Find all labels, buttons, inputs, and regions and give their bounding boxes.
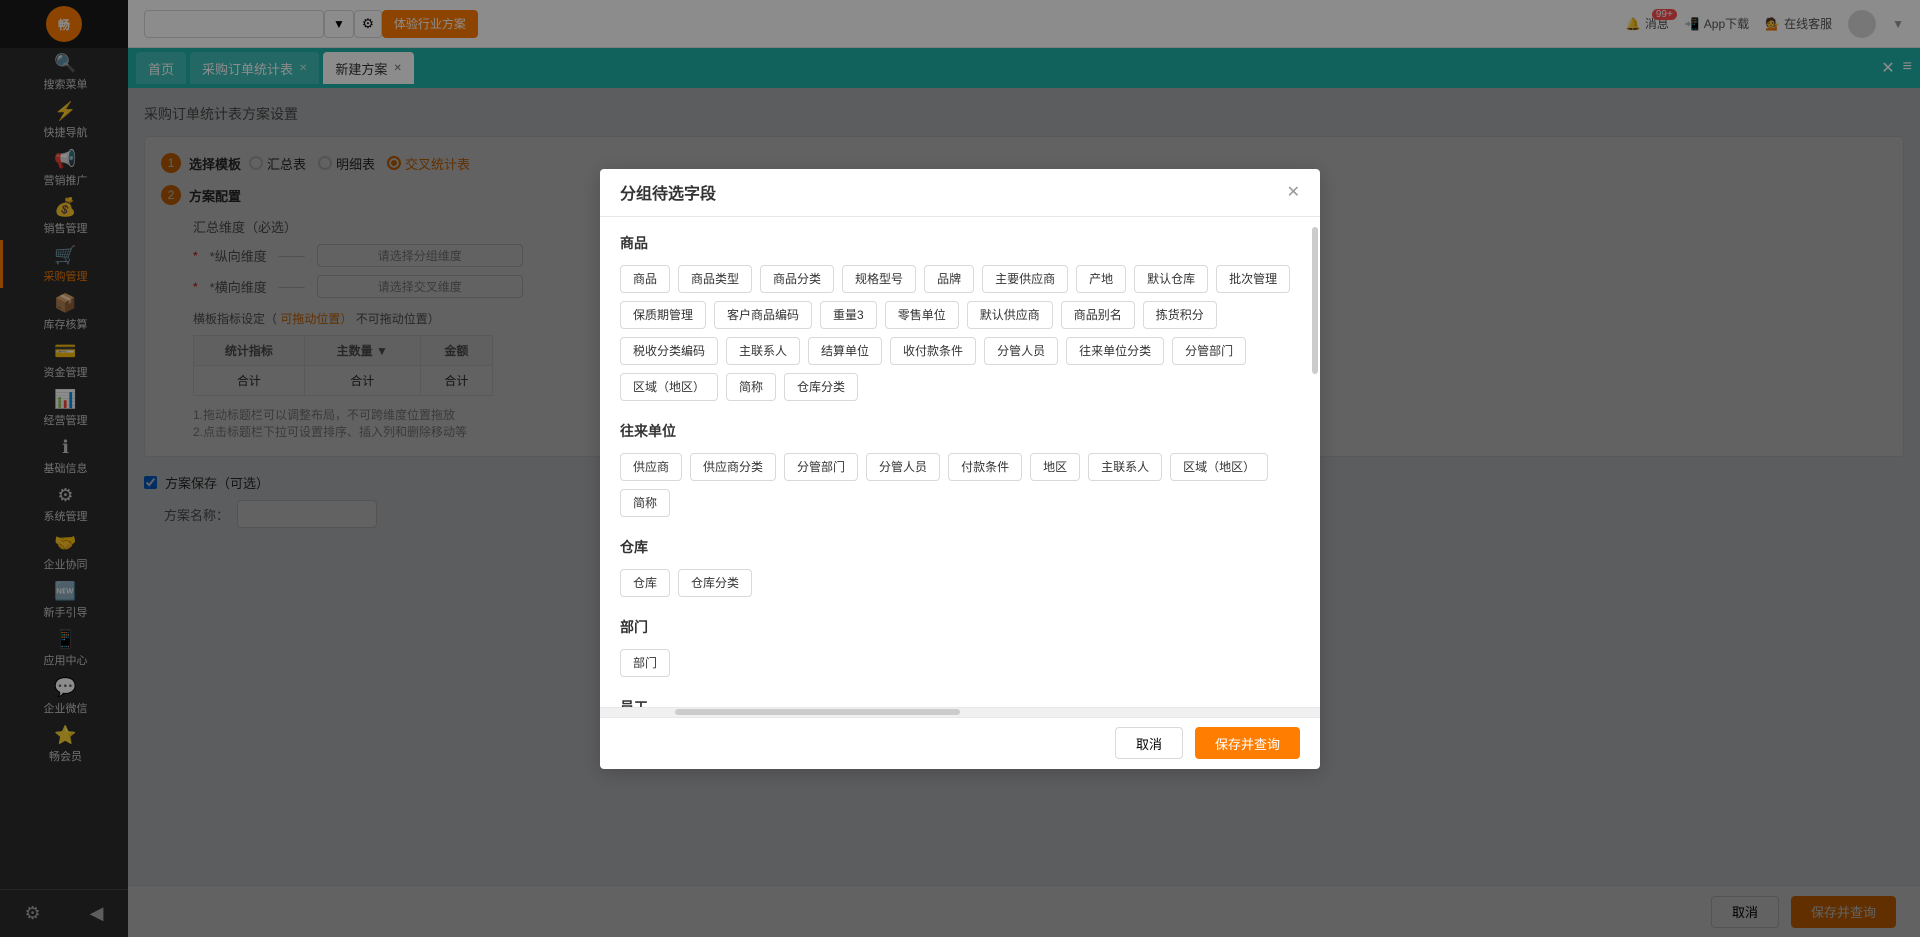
tag-customer-code[interactable]: 客户商品编码 — [714, 301, 812, 329]
tag-spec-model[interactable]: 规格型号 — [842, 265, 916, 293]
tag-product[interactable]: 商品 — [620, 265, 670, 293]
tag-abbr[interactable]: 简称 — [620, 489, 670, 517]
section-dept-title: 部门 — [620, 617, 1300, 637]
section-product-tags: 商品 商品类型 商品分类 规格型号 品牌 主要供应商 产地 默认仓库 批次管理 … — [620, 265, 1300, 401]
tag-retail-unit[interactable]: 零售单位 — [885, 301, 959, 329]
tag-default-warehouse[interactable]: 默认仓库 — [1134, 265, 1208, 293]
tag-brand[interactable]: 品牌 — [924, 265, 974, 293]
tag-origin[interactable]: 产地 — [1076, 265, 1126, 293]
modal-footer: 取消 保存并查询 — [600, 717, 1320, 769]
tag-warehouse-category[interactable]: 仓库分类 — [784, 373, 858, 401]
section-product-title: 商品 — [620, 233, 1300, 253]
section-partner: 往来单位 供应商 供应商分类 分管部门 分管人员 付款条件 地区 主联系人 区域… — [620, 421, 1300, 517]
tag-supplier[interactable]: 供应商 — [620, 453, 682, 481]
horizontal-scrollbar-thumb — [675, 709, 960, 715]
tag-partner-category[interactable]: 往来单位分类 — [1066, 337, 1164, 365]
tag-product-alias[interactable]: 商品别名 — [1061, 301, 1135, 329]
modal-header: 分组待选字段 ✕ — [600, 169, 1320, 217]
tag-main-contact[interactable]: 主联系人 — [726, 337, 800, 365]
tag-main-supplier[interactable]: 主要供应商 — [982, 265, 1068, 293]
horizontal-scrollbar[interactable] — [600, 707, 1320, 716]
tag-payment-cond[interactable]: 付款条件 — [948, 453, 1022, 481]
section-warehouse-tags: 仓库 仓库分类 — [620, 569, 1300, 597]
tag-product-category[interactable]: 商品分类 — [760, 265, 834, 293]
tag-supplier-category[interactable]: 供应商分类 — [690, 453, 776, 481]
tag-area[interactable]: 地区 — [1030, 453, 1080, 481]
section-dept-tags: 部门 — [620, 649, 1300, 677]
modal: 分组待选字段 ✕ 商品 商品 商品类型 商品分类 规格型号 品牌 主要供应商 产… — [600, 169, 1320, 769]
tag-expiry-mgmt[interactable]: 保质期管理 — [620, 301, 706, 329]
tag-batch-mgmt[interactable]: 批次管理 — [1216, 265, 1290, 293]
section-dept: 部门 部门 — [620, 617, 1300, 677]
tag-main-contact2[interactable]: 主联系人 — [1088, 453, 1162, 481]
tag-warehouse[interactable]: 仓库 — [620, 569, 670, 597]
tag-dept-mgmt[interactable]: 分管部门 — [784, 453, 858, 481]
tag-settlement-unit[interactable]: 结算单位 — [808, 337, 882, 365]
modal-confirm-btn[interactable]: 保存并查询 — [1195, 727, 1300, 759]
tag-product-type[interactable]: 商品类型 — [678, 265, 752, 293]
tag-payment-terms[interactable]: 收付款条件 — [890, 337, 976, 365]
tag-manager[interactable]: 分管人员 — [984, 337, 1058, 365]
modal-scrollbar[interactable] — [1312, 227, 1318, 374]
modal-close-btn[interactable]: ✕ — [1287, 182, 1300, 202]
tag-dept[interactable]: 部门 — [620, 649, 670, 677]
tag-weight3[interactable]: 重量3 — [820, 301, 877, 329]
tag-pick-points[interactable]: 拣货积分 — [1143, 301, 1217, 329]
tag-region2[interactable]: 区域（地区） — [1170, 453, 1268, 481]
tag-tax-code[interactable]: 税收分类编码 — [620, 337, 718, 365]
section-employee: 员工 业务员 — [620, 697, 1300, 708]
section-partner-tags: 供应商 供应商分类 分管部门 分管人员 付款条件 地区 主联系人 区域（地区） … — [620, 453, 1300, 517]
tag-dept-managed[interactable]: 分管部门 — [1172, 337, 1246, 365]
tag-default-supplier[interactable]: 默认供应商 — [967, 301, 1053, 329]
tag-short-name[interactable]: 简称 — [726, 373, 776, 401]
modal-overlay: 分组待选字段 ✕ 商品 商品 商品类型 商品分类 规格型号 品牌 主要供应商 产… — [0, 0, 1920, 937]
section-employee-title: 员工 — [620, 697, 1300, 708]
modal-body[interactable]: 商品 商品 商品类型 商品分类 规格型号 品牌 主要供应商 产地 默认仓库 批次… — [600, 217, 1320, 708]
section-product: 商品 商品 商品类型 商品分类 规格型号 品牌 主要供应商 产地 默认仓库 批次… — [620, 233, 1300, 401]
section-warehouse-title: 仓库 — [620, 537, 1300, 557]
tag-warehouse-cat[interactable]: 仓库分类 — [678, 569, 752, 597]
modal-cancel-btn[interactable]: 取消 — [1115, 727, 1183, 759]
section-partner-title: 往来单位 — [620, 421, 1300, 441]
modal-title: 分组待选字段 — [620, 180, 716, 204]
tag-region[interactable]: 区域（地区） — [620, 373, 718, 401]
tag-person-mgmt[interactable]: 分管人员 — [866, 453, 940, 481]
section-warehouse: 仓库 仓库 仓库分类 — [620, 537, 1300, 597]
